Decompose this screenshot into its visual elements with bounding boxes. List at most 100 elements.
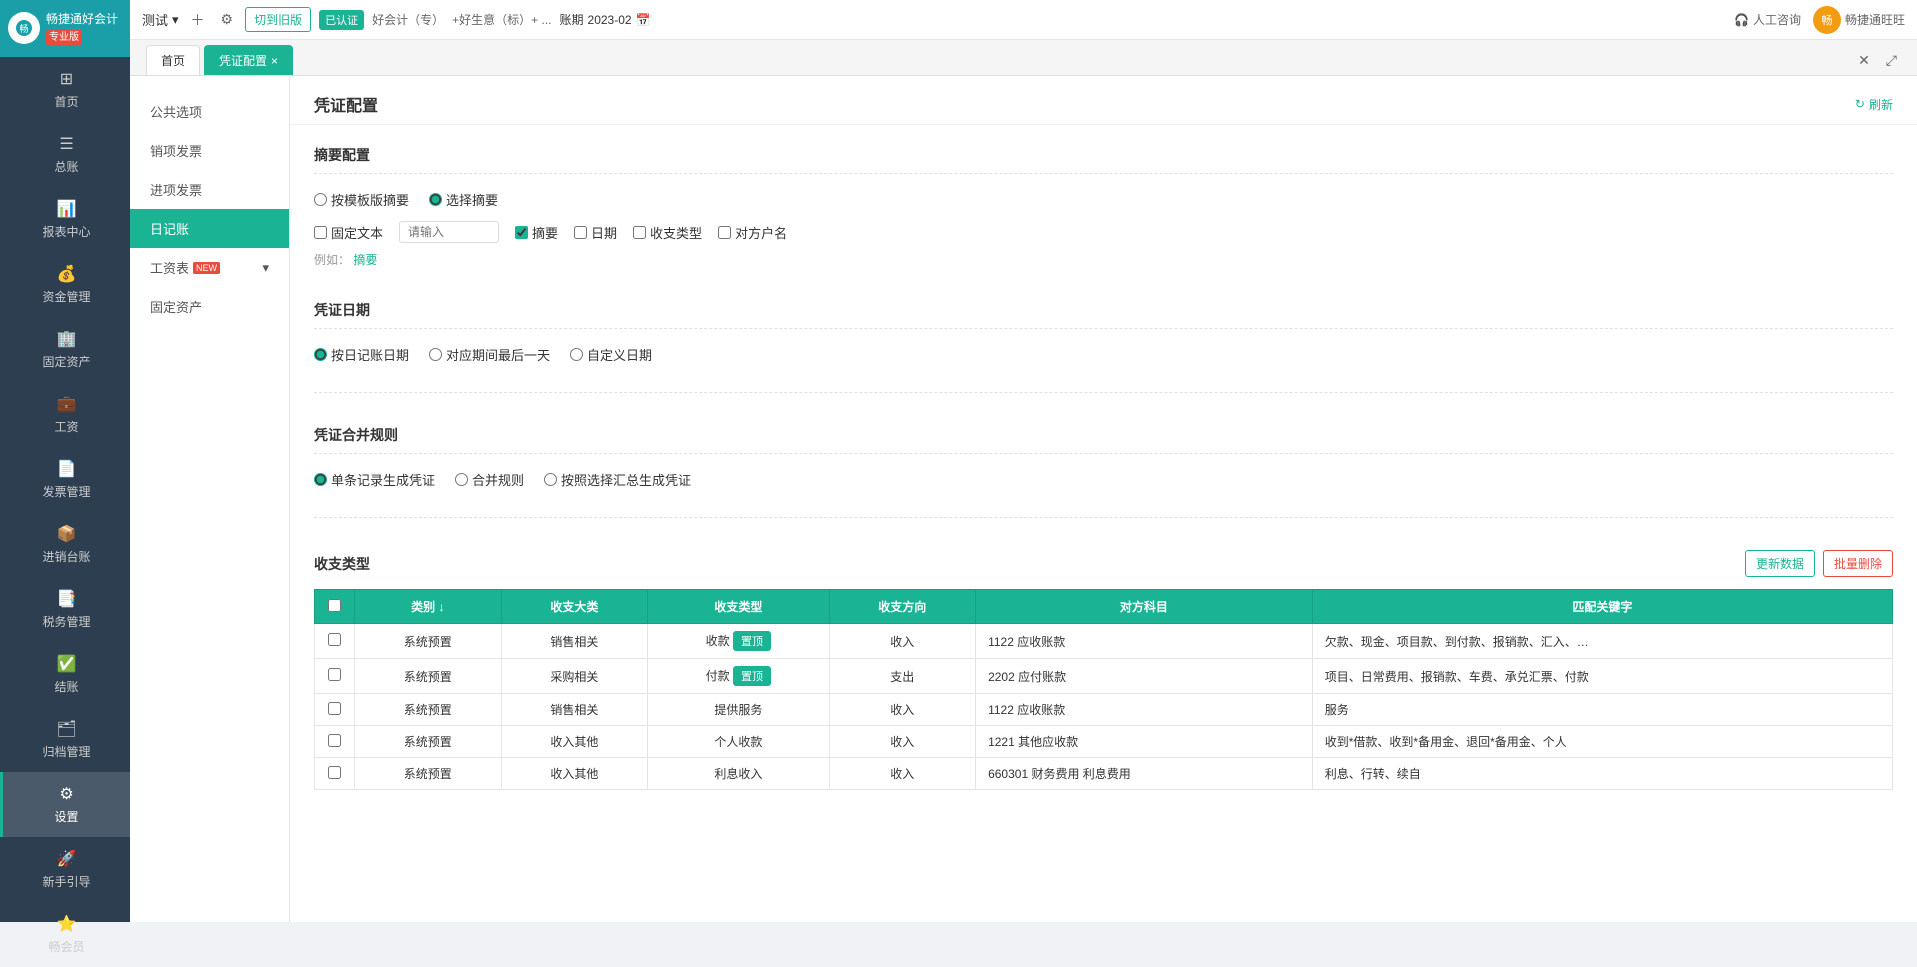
- th-category[interactable]: 类别 ↓: [355, 590, 502, 624]
- top-tag-button[interactable]: 置顶: [733, 631, 771, 651]
- cell-sub-type: 付款 置顶: [648, 659, 829, 694]
- user-menu[interactable]: 畅 畅捷通旺旺: [1813, 6, 1905, 34]
- logo-icon: 畅: [8, 12, 40, 44]
- row-checkbox[interactable]: [328, 766, 341, 779]
- logo-sub: 专业版: [46, 30, 82, 45]
- example-text: 例如： 摘要: [314, 251, 1893, 268]
- cell-keyword: 欠款、现金、项目款、到付款、报销款、汇入、…: [1312, 624, 1892, 659]
- radio-template-summary[interactable]: 按模板版摘要: [314, 190, 409, 209]
- topbar-right: 🎧 人工咨询 畅 畅捷通旺旺: [1734, 6, 1905, 34]
- sidebar-item-home[interactable]: ⊞ 首页: [0, 57, 130, 122]
- th-keyword: 匹配关键字: [1312, 590, 1892, 624]
- topbar: 测试 ▾ ＋ ⚙ 切到旧版 已认证 好会计（专） +好生意（标）+ ... 账期…: [130, 0, 1917, 40]
- fixed-text-input[interactable]: [399, 221, 499, 243]
- cell-main-type: 收入其他: [501, 758, 648, 790]
- radio-select-summary[interactable]: 选择摘要: [429, 190, 498, 209]
- sidebar-item-label: 结账: [54, 678, 78, 695]
- radio-select-total[interactable]: 按照选择汇总生成凭证: [544, 470, 691, 489]
- sidebar-item-member[interactable]: ⭐ 畅会员: [0, 902, 130, 967]
- chevron-down-icon: ▾: [172, 12, 179, 28]
- sidebar-item-settle[interactable]: ✅ 结账: [0, 642, 130, 707]
- headset-icon: 🎧: [1734, 13, 1749, 27]
- sidebar-item-ledger[interactable]: ☰ 总账: [0, 122, 130, 187]
- summary-config-section: 摘要配置 按模板版摘要 选择摘要: [314, 145, 1893, 268]
- update-data-button[interactable]: 更新数据: [1745, 550, 1815, 577]
- close-panel-button[interactable]: ✕: [1854, 50, 1874, 71]
- nav-item-fixed-asset[interactable]: 固定资产: [130, 287, 289, 326]
- sidebar-item-report[interactable]: 📊 报表中心: [0, 187, 130, 252]
- sidebar-item-settings[interactable]: ⚙ 设置: [0, 772, 130, 837]
- th-check: [315, 590, 355, 624]
- add-button[interactable]: ＋: [187, 8, 209, 32]
- cell-sub-type: 个人收款: [648, 726, 829, 758]
- sidebar-item-fund[interactable]: 💰 资金管理: [0, 252, 130, 317]
- tab-voucher-config[interactable]: 凭证配置 ×: [204, 45, 293, 75]
- nav-item-purchase-invoice[interactable]: 进项发票: [130, 170, 289, 209]
- th-sub-type: 收支类型: [648, 590, 829, 624]
- sidebar-item-label: 畅会员: [48, 938, 84, 955]
- sidebar-item-label: 设置: [54, 808, 78, 825]
- refresh-button[interactable]: ↻ 刷新: [1855, 96, 1893, 113]
- cell-account: 660301 财务费用 利息费用: [976, 758, 1313, 790]
- nav-item-public[interactable]: 公共选项: [130, 92, 289, 131]
- expand-button[interactable]: ⤢: [1882, 50, 1901, 71]
- sidebar-item-salary[interactable]: 💼 工资: [0, 382, 130, 447]
- switch-version-button[interactable]: 切到旧版: [245, 7, 311, 32]
- sidebar-item-guide[interactable]: 🚀 新手引导: [0, 837, 130, 902]
- radio-custom-date[interactable]: 自定义日期: [570, 345, 652, 364]
- top-tag-button[interactable]: 置顶: [733, 666, 771, 686]
- tabbar: 首页 凭证配置 × ✕ ⤢: [130, 40, 1917, 76]
- company-name: 测试: [142, 10, 168, 29]
- nav-item-journal[interactable]: 日记账: [130, 209, 289, 248]
- row-checkbox[interactable]: [328, 702, 341, 715]
- purchase-icon: 📦: [57, 524, 77, 544]
- cell-direction: 收入: [829, 726, 976, 758]
- radio-journal-date[interactable]: 按日记账日期: [314, 345, 409, 364]
- tax-icon: 📑: [57, 589, 77, 609]
- checkbox-counterpart[interactable]: 对方户名: [718, 223, 787, 242]
- tab-home[interactable]: 首页: [146, 45, 200, 75]
- tab-voucher-label: 凭证配置: [219, 52, 267, 69]
- checkbox-fixed-text[interactable]: 固定文本: [314, 223, 383, 242]
- checkbox-summary[interactable]: 摘要: [515, 223, 558, 242]
- cell-sub-type: 利息收入: [648, 758, 829, 790]
- home-icon: ⊞: [60, 69, 73, 89]
- sidebar-logo[interactable]: 畅 畅捷通好会计 专业版: [0, 0, 130, 57]
- calendar-icon[interactable]: 📅: [636, 13, 651, 27]
- cell-sub-type: 收款 置顶: [648, 624, 829, 659]
- cell-category: 系统预置: [355, 758, 502, 790]
- period-label: 账期: [560, 11, 584, 28]
- sidebar-item-invoice[interactable]: 📄 发票管理: [0, 447, 130, 512]
- company-selector[interactable]: 测试 ▾: [142, 10, 179, 29]
- select-all-checkbox[interactable]: [328, 599, 341, 612]
- checkbox-income-type[interactable]: 收支类型: [633, 223, 702, 242]
- checkbox-date[interactable]: 日期: [574, 223, 617, 242]
- batch-delete-button[interactable]: 批量删除: [1823, 550, 1893, 577]
- tab-close-icon[interactable]: ×: [271, 54, 278, 68]
- sidebar-item-purchase[interactable]: 📦 进销台账: [0, 512, 130, 577]
- consult-button[interactable]: 🎧 人工咨询: [1734, 11, 1801, 28]
- left-nav: 公共选项 销项发票 进项发票 日记账 工资表 NEW ▾ 固定资产: [130, 76, 290, 922]
- radio-merge[interactable]: 合并规则: [455, 470, 524, 489]
- sidebar: 畅 畅捷通好会计 专业版 ⊞ 首页 ☰ 总账 📊 报表中心 💰 资金管理 🏢 固…: [0, 0, 130, 922]
- radio-single[interactable]: 单条记录生成凭证: [314, 470, 435, 489]
- plan-tag2: +好生意（标）+ ...: [452, 11, 551, 28]
- merge-rules-title: 凭证合并规则: [314, 425, 1893, 454]
- svg-text:畅: 畅: [19, 23, 28, 34]
- row-checkbox[interactable]: [328, 633, 341, 646]
- radio-period-last[interactable]: 对应期间最后一天: [429, 345, 550, 364]
- sidebar-item-label: 归档管理: [42, 743, 90, 760]
- nav-item-payroll[interactable]: 工资表 NEW ▾: [130, 248, 289, 287]
- sidebar-item-archive[interactable]: 🗂 归档管理: [0, 707, 130, 772]
- income-header: 收支类型 更新数据 批量删除: [314, 550, 1893, 577]
- table-body: 系统预置销售相关收款 置顶收入1122 应收账款欠款、现金、项目款、到付款、报销…: [315, 624, 1893, 790]
- settings-button[interactable]: ⚙: [217, 9, 238, 30]
- row-checkbox[interactable]: [328, 668, 341, 681]
- nav-item-sales-invoice[interactable]: 销项发票: [130, 131, 289, 170]
- logo-name: 畅捷通好会计: [46, 12, 118, 28]
- sidebar-item-label: 资金管理: [42, 288, 90, 305]
- archive-icon: 🗂: [56, 719, 76, 739]
- sidebar-item-tax[interactable]: 📑 税务管理: [0, 577, 130, 642]
- row-checkbox[interactable]: [328, 734, 341, 747]
- sidebar-item-asset[interactable]: 🏢 固定资产: [0, 317, 130, 382]
